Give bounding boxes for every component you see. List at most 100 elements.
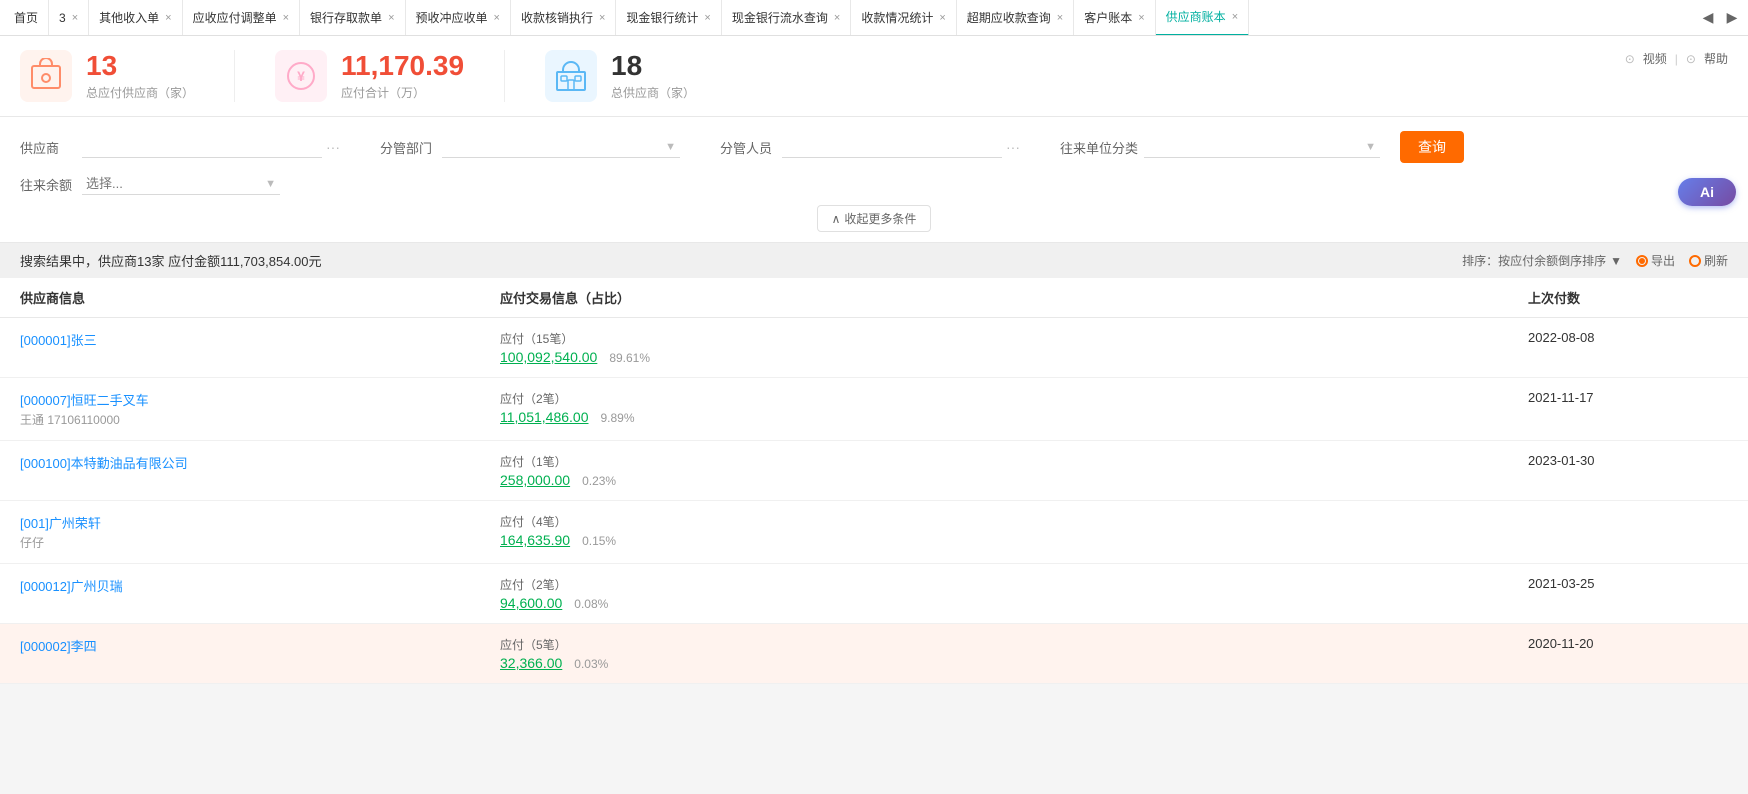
last-pay-date: 2021-03-25 [1528, 576, 1595, 591]
collapse-button[interactable]: ∧ 收起更多条件 [817, 205, 932, 232]
payable-percent: 0.08% [574, 597, 608, 611]
nav-tab-customer-account[interactable]: 客户账本× [1074, 0, 1155, 36]
nav-tab-cash-bank-stat[interactable]: 现金银行统计× [616, 0, 721, 36]
nav-tab-collection-stat[interactable]: 收款情况统计× [851, 0, 956, 36]
close-tab-icon[interactable]: × [388, 12, 394, 24]
supplier-info-cell: [000001]张三 [20, 330, 500, 349]
table-row: [000002]李四应付（5笔）32,366.000.03%2020-11-20 [0, 624, 1748, 684]
nav-tab-receipt-exec[interactable]: 收款核销执行× [511, 0, 616, 36]
close-tab-icon[interactable]: × [834, 12, 840, 24]
last-pay-date: 2023-01-30 [1528, 453, 1595, 468]
balance-chevron-icon: ▼ [265, 178, 276, 190]
nav-tab-overdue-query[interactable]: 超期应收款查询× [957, 0, 1074, 36]
col-header-supplier: 供应商信息 [20, 288, 500, 307]
nav-tab-ap-adjust[interactable]: 应收应付调整单× [183, 0, 300, 36]
supplier-info-cell: [000002]李四 [20, 636, 500, 655]
payable-amount[interactable]: 32,366.00 [500, 655, 562, 671]
payable-percent: 0.15% [582, 534, 616, 548]
dept-field: 分管部门 ▼ [380, 136, 680, 158]
dept-select[interactable]: ▼ [442, 136, 680, 158]
ai-button[interactable]: Ai [1678, 178, 1736, 206]
supplier-input[interactable] [82, 136, 322, 158]
close-tab-icon[interactable]: × [494, 12, 500, 24]
dept-input[interactable] [446, 139, 665, 154]
payable-label: 应付（4笔） [500, 513, 1528, 530]
close-tab-icon[interactable]: × [1232, 11, 1238, 23]
query-button[interactable]: 查询 [1400, 131, 1464, 163]
stat-number-payable-total: 11,170.39 [341, 51, 464, 82]
sort-select[interactable]: 排序：按应付余额倒序排序 ▼ [1462, 252, 1622, 269]
results-bar: 搜索结果中，供应商13家 应付金额111,703,854.00元 排序：按应付余… [0, 243, 1748, 278]
refresh-button[interactable]: 刷新 [1689, 252, 1728, 269]
supplier-info-cell: [000012]广州贝瑞 [20, 576, 500, 595]
close-tab-icon[interactable]: × [165, 12, 171, 24]
close-tab-icon[interactable]: × [1138, 12, 1144, 24]
stat-text-total-suppliers: 18 总供应商（家） [611, 51, 695, 101]
table-row: [000001]张三应付（15笔）100,092,540.0089.61%202… [0, 318, 1748, 378]
nav-tab-supplier-account[interactable]: 供应商账本× [1156, 0, 1249, 36]
supplier-sub-info: 仔仔 [20, 534, 500, 551]
nav-arrow-left[interactable]: ◀ [1696, 0, 1720, 36]
close-tab-icon[interactable]: × [1057, 12, 1063, 24]
stat-label-total-suppliers: 总供应商（家） [611, 84, 695, 101]
col-header-payable: 应付交易信息（占比） [500, 288, 1528, 307]
balance-select[interactable]: ▼ [82, 173, 280, 195]
stat-number-total-suppliers: 18 [611, 51, 695, 82]
payable-amount[interactable]: 164,635.90 [500, 532, 570, 548]
payable-label: 应付（5笔） [500, 636, 1528, 653]
payable-info-cell: 应付（15笔）100,092,540.0089.61% [500, 330, 1528, 365]
payable-info-cell: 应付（2笔） 94,600.00 0.08% [500, 576, 1528, 611]
supplier-link[interactable]: [000007]恒旺二手叉车 [20, 393, 149, 408]
nav-tab-t3[interactable]: 3× [49, 0, 89, 36]
nav-tab-other-income[interactable]: 其他收入单× [89, 0, 182, 36]
close-tab-icon[interactable]: × [72, 12, 78, 24]
supplier-link[interactable]: [000012]广州贝瑞 [20, 579, 123, 594]
person-input[interactable] [782, 136, 1002, 158]
nav-tab-home[interactable]: 首页 [4, 0, 49, 36]
last-pay-cell: 2021-03-25 [1528, 576, 1728, 591]
balance-input[interactable] [86, 176, 265, 191]
nav-tab-cash-bank-flow[interactable]: 现金银行流水查询× [722, 0, 851, 36]
collapse-chevron-icon: ∧ [832, 212, 841, 226]
unit-class-field: 往来单位分类 ▼ [1060, 136, 1380, 158]
close-tab-icon[interactable]: × [939, 12, 945, 24]
help-link[interactable]: 帮助 [1704, 50, 1728, 67]
video-link[interactable]: 视频 [1643, 50, 1667, 67]
export-label: 导出 [1651, 252, 1675, 269]
payable-label: 应付（2笔） [500, 576, 1528, 593]
nav-arrow-right[interactable]: ▶ [1720, 0, 1744, 36]
export-button[interactable]: 导出 [1636, 252, 1675, 269]
last-pay-cell: 2021-11-17 [1528, 390, 1728, 405]
refresh-label: 刷新 [1704, 252, 1728, 269]
stats-banner: 13 总应付供应商（家） ¥ 11,170.39 应付合计（万） [0, 36, 1748, 117]
supplier-link[interactable]: [000100]本特勤油品有限公司 [20, 456, 188, 471]
last-pay-date: 2020-11-20 [1528, 636, 1594, 651]
stat-total-suppliers: 18 总供应商（家） [545, 50, 735, 102]
payable-amount[interactable]: 94,600.00 [500, 595, 562, 611]
balance-field: 往来余额 ▼ [20, 173, 280, 195]
last-pay-date: 2021-11-17 [1528, 390, 1594, 405]
supplier-label: 供应商 [20, 138, 76, 157]
export-radio-icon [1636, 255, 1648, 267]
payable-amount[interactable]: 11,051,486.00 [500, 409, 589, 425]
sort-chevron-icon: ▼ [1610, 254, 1622, 268]
table-container: 供应商信息 应付交易信息（占比） 上次付数 [000001]张三应付（15笔）1… [0, 278, 1748, 684]
supplier-link[interactable]: [000002]李四 [20, 639, 97, 654]
results-summary: 搜索结果中，供应商13家 应付金额111,703,854.00元 [20, 251, 322, 270]
person-dots[interactable]: ··· [1006, 139, 1020, 155]
search-area: 供应商 ··· 分管部门 ▼ 分管人员 ··· 往来单位分类 ▼ 查询 [0, 117, 1748, 243]
close-tab-icon[interactable]: × [704, 12, 710, 24]
supplier-link[interactable]: [001]广州荣轩 [20, 516, 101, 531]
payable-amount[interactable]: 100,092,540.00 [500, 349, 597, 365]
unit-class-input[interactable] [1148, 139, 1365, 154]
search-row-2: 往来余额 ▼ [20, 173, 1728, 195]
supplier-dots[interactable]: ··· [326, 139, 340, 155]
close-tab-icon[interactable]: × [599, 12, 605, 24]
nav-tab-bank-deposit[interactable]: 银行存取款单× [300, 0, 405, 36]
total-suppliers-icon [545, 50, 597, 102]
unit-class-select[interactable]: ▼ [1144, 136, 1380, 158]
close-tab-icon[interactable]: × [283, 12, 289, 24]
nav-tab-advance-collect[interactable]: 预收冲应收单× [406, 0, 511, 36]
payable-amount[interactable]: 258,000.00 [500, 472, 570, 488]
supplier-link[interactable]: [000001]张三 [20, 333, 97, 348]
